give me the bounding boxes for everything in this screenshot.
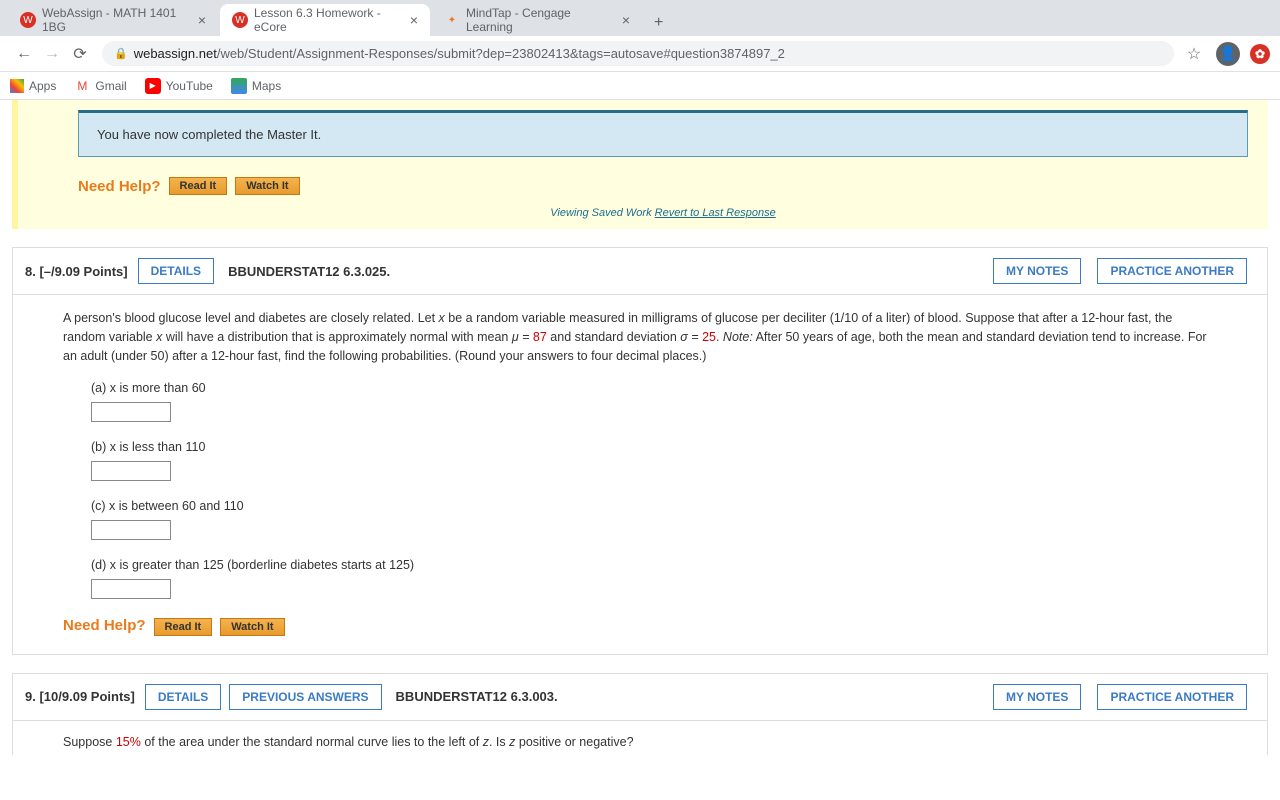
star-icon[interactable]: ☆ <box>1182 42 1206 66</box>
nav-bar: ← → ⟳ 🔒 webassign.net/web/Student/Assign… <box>0 36 1280 72</box>
need-help-label: Need Help? <box>63 615 146 638</box>
back-button[interactable]: ← <box>10 45 38 63</box>
close-icon[interactable]: × <box>198 12 206 28</box>
master-complete-box: You have now completed the Master It. <box>78 110 1248 157</box>
my-notes-button[interactable]: MY NOTES <box>993 684 1081 710</box>
details-button[interactable]: DETAILS <box>138 258 214 284</box>
answer-input-c[interactable] <box>91 520 171 540</box>
saved-work-status: Viewing Saved Work Revert to Last Respon… <box>78 207 1248 219</box>
extension-icon[interactable]: ✿ <box>1250 44 1270 64</box>
bookmarks-bar: Apps M Gmail ▶ YouTube Maps <box>0 72 1280 100</box>
sub-question-b: (b) x is less than 110 <box>91 438 1217 481</box>
watch-it-button[interactable]: Watch It <box>220 618 284 636</box>
my-notes-button[interactable]: MY NOTES <box>993 258 1081 284</box>
youtube-icon: ▶ <box>145 78 161 94</box>
details-button[interactable]: DETAILS <box>145 684 221 710</box>
browser-tabs: W WebAssign - MATH 1401 1BG × W Lesson 6… <box>0 0 1280 36</box>
question-9: 9. [10/9.09 Points] DETAILS PREVIOUS ANS… <box>12 673 1268 755</box>
sub-q-label: (a) x is more than 60 <box>91 379 1217 398</box>
saved-prefix: Viewing Saved Work <box>550 207 654 219</box>
read-it-button[interactable]: Read It <box>169 177 228 195</box>
favicon-lesson: W <box>232 12 248 28</box>
lock-icon: 🔒 <box>114 47 128 60</box>
previous-answers-button[interactable]: PREVIOUS ANSWERS <box>229 684 381 710</box>
maps-icon <box>231 78 247 94</box>
question-header: 9. [10/9.09 Points] DETAILS PREVIOUS ANS… <box>13 674 1267 721</box>
question-number: 9. [10/9.09 Points] <box>25 689 135 704</box>
bookmark-label: Apps <box>29 79 56 93</box>
sub-question-a: (a) x is more than 60 <box>91 379 1217 422</box>
url-domain: webassign.net <box>134 46 217 61</box>
reload-button[interactable]: ⟳ <box>66 44 94 64</box>
apps-button[interactable]: Apps <box>10 79 56 93</box>
bookmark-label: Maps <box>252 79 281 93</box>
question-text: A person's blood glucose level and diabe… <box>63 309 1217 365</box>
new-tab-button[interactable]: + <box>644 10 673 36</box>
tab-lesson[interactable]: W Lesson 6.3 Homework - eCore × <box>220 4 430 36</box>
bookmark-label: Gmail <box>95 79 126 93</box>
tab-label: MindTap - Cengage Learning <box>466 6 614 34</box>
maps-bookmark[interactable]: Maps <box>231 78 281 94</box>
bookmark-label: YouTube <box>166 79 213 93</box>
tab-label: WebAssign - MATH 1401 1BG <box>42 6 190 34</box>
answer-input-d[interactable] <box>91 579 171 599</box>
practice-another-button[interactable]: PRACTICE ANOTHER <box>1097 684 1247 710</box>
favicon-webassign: W <box>20 12 36 28</box>
avatar[interactable]: 👤 <box>1216 42 1240 66</box>
apps-icon <box>10 79 24 93</box>
youtube-bookmark[interactable]: ▶ YouTube <box>145 78 213 94</box>
master-message: You have now completed the Master It. <box>97 127 321 142</box>
question-title: BBUNDERSTAT12 6.3.003. <box>396 689 558 704</box>
sub-question-c: (c) x is between 60 and 110 <box>91 497 1217 540</box>
answer-input-a[interactable] <box>91 402 171 422</box>
sub-q-label: (d) x is greater than 125 (borderline di… <box>91 556 1217 575</box>
question-title: BBUNDERSTAT12 6.3.025. <box>228 264 390 279</box>
answer-input-b[interactable] <box>91 461 171 481</box>
question-8: 8. [–/9.09 Points] DETAILS BBUNDERSTAT12… <box>12 247 1268 655</box>
tab-mindtap[interactable]: ✦ MindTap - Cengage Learning × <box>432 4 642 36</box>
favicon-mindtap: ✦ <box>444 12 460 28</box>
close-icon[interactable]: × <box>622 12 630 28</box>
question-text: Suppose 15% of the area under the standa… <box>13 721 1267 755</box>
question-header: 8. [–/9.09 Points] DETAILS BBUNDERSTAT12… <box>13 248 1267 295</box>
forward-button[interactable]: → <box>38 45 66 63</box>
sub-q-label: (b) x is less than 110 <box>91 438 1217 457</box>
question-number: 8. [–/9.09 Points] <box>25 264 128 279</box>
gmail-bookmark[interactable]: M Gmail <box>74 78 126 94</box>
watch-it-button[interactable]: Watch It <box>235 177 299 195</box>
revert-link[interactable]: Revert to Last Response <box>655 207 776 219</box>
practice-another-button[interactable]: PRACTICE ANOTHER <box>1097 258 1247 284</box>
sub-q-label: (c) x is between 60 and 110 <box>91 497 1217 516</box>
read-it-button[interactable]: Read It <box>154 618 213 636</box>
tab-label: Lesson 6.3 Homework - eCore <box>254 6 402 34</box>
master-section: You have now completed the Master It. Ne… <box>12 100 1268 229</box>
url-bar[interactable]: 🔒 webassign.net/web/Student/Assignment-R… <box>102 41 1174 66</box>
gmail-icon: M <box>74 78 90 94</box>
need-help-label: Need Help? <box>78 178 161 195</box>
url-path: /web/Student/Assignment-Responses/submit… <box>217 46 785 61</box>
close-icon[interactable]: × <box>410 12 418 28</box>
tab-webassign[interactable]: W WebAssign - MATH 1401 1BG × <box>8 4 218 36</box>
sub-question-d: (d) x is greater than 125 (borderline di… <box>91 556 1217 599</box>
